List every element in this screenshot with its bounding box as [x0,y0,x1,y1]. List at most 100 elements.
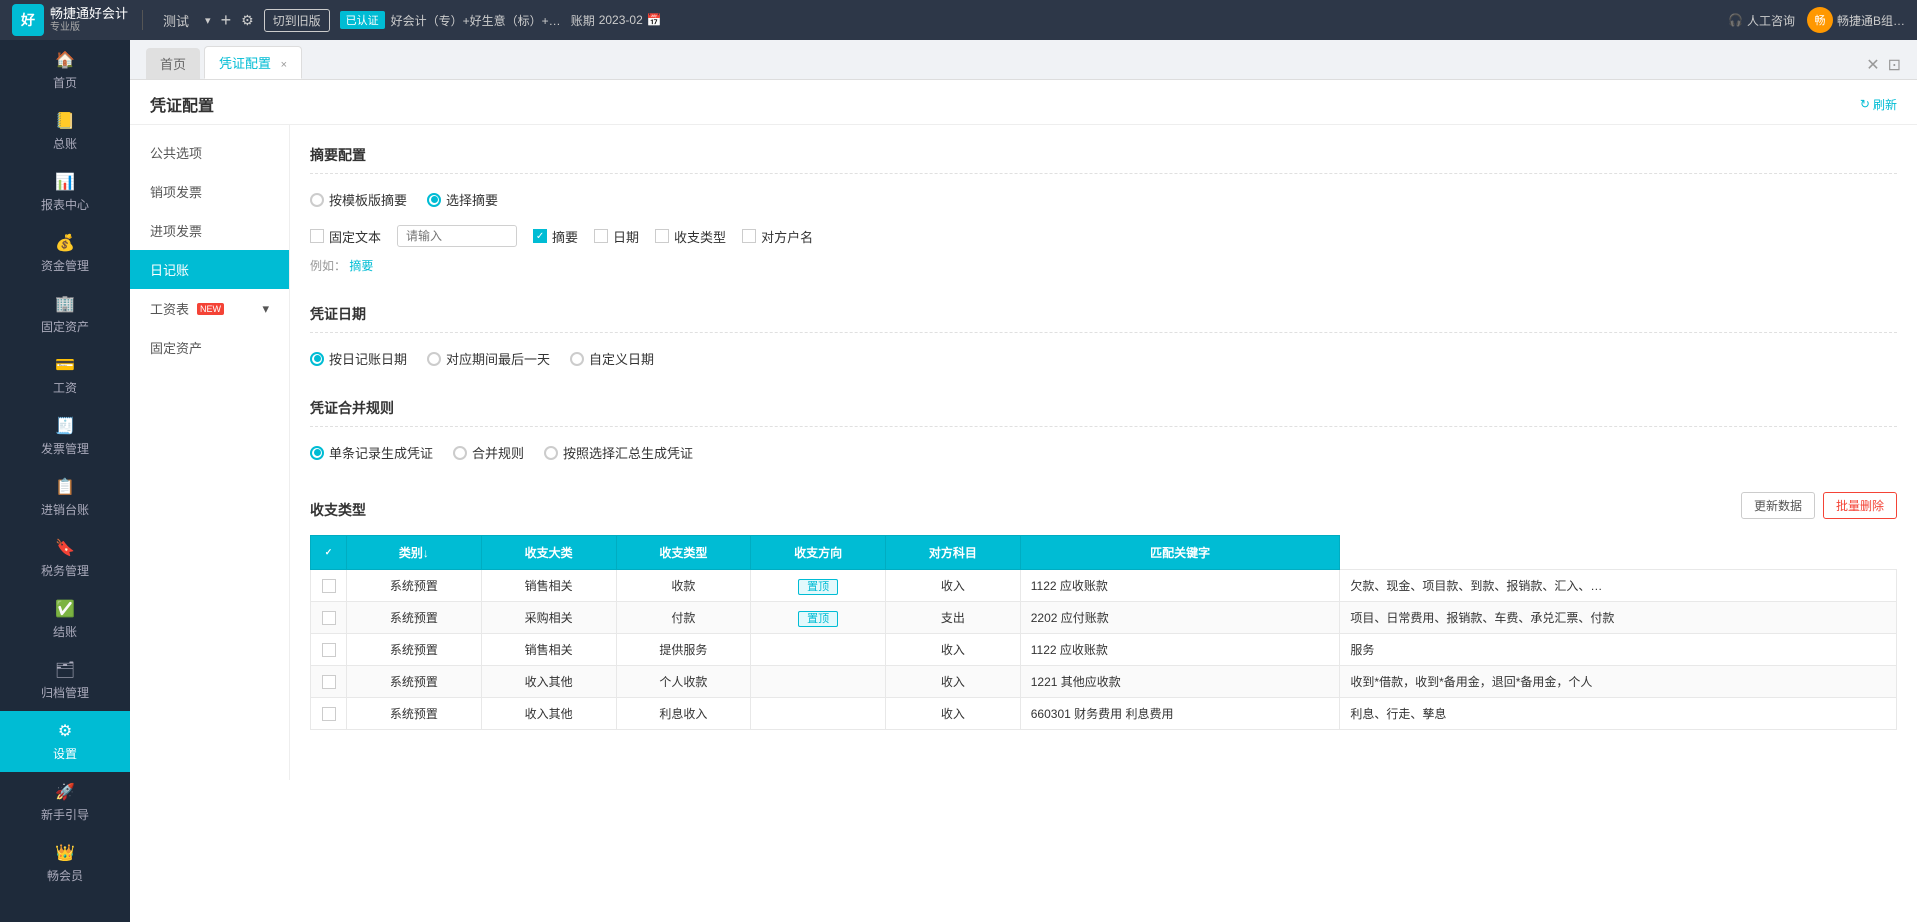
switch-version-button[interactable]: 切到旧版 [264,9,330,32]
checkbox-box-income [655,229,669,243]
sidebar-item-assets[interactable]: 🏢 固定资产 [0,284,130,345]
col-keywords: 匹配关键字 [1020,536,1340,570]
sidebar-item-invoices[interactable]: 🧾 发票管理 [0,406,130,467]
radio-custom-date[interactable]: 自定义日期 [570,349,654,368]
sidebar-item-close[interactable]: ✅ 结账 [0,589,130,650]
checkbox-box-counterparty [742,229,756,243]
sidebar-item-reports[interactable]: 📊 报表中心 [0,162,130,223]
sidebar-item-settings[interactable]: ⚙ 设置 [0,711,130,772]
tax-icon: 🔖 [55,538,75,558]
radio-journal-date[interactable]: 按日记账日期 [310,349,407,368]
user-menu[interactable]: 畅 畅捷通B组… [1807,7,1905,33]
left-menu-public[interactable]: 公共选项 [130,133,289,172]
radio-merge-rule[interactable]: 合并规则 [453,443,524,462]
checkbox-box-summary: ✓ [533,229,547,243]
top-tag-2[interactable]: 置顶 [798,611,838,627]
date-section: 凭证日期 按日记账日期 对应期间最后一天 [310,304,1897,368]
col-type: 收支类型 [616,536,751,570]
radio-circle-aggregate [544,446,558,460]
radio-single-record[interactable]: 单条记录生成凭证 [310,443,433,462]
chevron-down-icon: ▾ [262,301,269,317]
table-row: 系统预置 销售相关 收款 置顶 收入 1122 应收账款 欠款、现金、项目款、到… [311,570,1897,602]
table-row: 系统预置 收入其他 个人收款 收入 1221 其他应收款 收到*借款，收到*备用… [311,666,1897,698]
sidebar-item-archive[interactable]: 🗂 归档管理 [0,650,130,711]
radio-circle-merge [453,446,467,460]
headset-icon: 🎧 [1728,13,1743,27]
logo-text: 畅捷通好会计 专业版 [50,6,128,34]
radio-circle-single [310,446,324,460]
row-checkbox-5[interactable] [322,707,336,721]
home-icon: 🏠 [55,50,75,70]
dropdown-icon[interactable]: ▾ [205,14,211,27]
sidebar-item-purchase-sales[interactable]: 📋 进销台账 [0,467,130,528]
calendar-icon[interactable]: 📅 [647,13,662,27]
add-icon[interactable]: + [221,10,232,31]
sidebar-item-payroll[interactable]: 💳 工资 [0,345,130,406]
radio-circle-journal [310,352,324,366]
checkbox-summary[interactable]: ✓ 摘要 [533,227,578,246]
sidebar-item-guide[interactable]: 🚀 新手引导 [0,772,130,833]
archive-icon: 🗂 [55,660,75,680]
member-icon: 👑 [55,843,75,863]
col-category[interactable]: 类别↓ [347,536,482,570]
divider [142,10,143,30]
content-area: 首页 凭证配置 × ✕ ⊡ 凭证配置 ↻ 刷新 [130,40,1917,922]
left-menu-purchase-invoice[interactable]: 进项发票 [130,211,289,250]
guide-icon: 🚀 [55,782,75,802]
update-data-button[interactable]: 更新数据 [1741,492,1815,519]
badges: 已认证 好会计（专）+好生意（标）+… [340,11,561,29]
left-menu-payroll-table[interactable]: 工资表 NEW ▾ [130,289,289,328]
page-container: 凭证配置 ↻ 刷新 公共选项 销项发票 [130,80,1917,922]
window-minimize-button[interactable]: ✕ [1866,55,1879,75]
col-subject: 对方科目 [886,536,1021,570]
radio-period-last[interactable]: 对应期间最后一天 [427,349,550,368]
tab-voucher-config[interactable]: 凭证配置 × [204,46,302,79]
checkbox-date[interactable]: 日期 [594,227,639,246]
row-checkbox-4[interactable] [322,675,336,689]
top-bar: 好 畅捷通好会计 专业版 测试 ▾ + ⚙ 切到旧版 已认证 好会计（专）+好生… [0,0,1917,40]
income-expense-title: 收支类型 [310,500,366,520]
top-tag-1[interactable]: 置顶 [798,579,838,595]
certified-badge: 已认证 [340,11,385,29]
window-maximize-button[interactable]: ⊡ [1888,55,1901,75]
summary-section: 摘要配置 按模板版摘要 选择摘要 [310,145,1897,274]
batch-delete-button[interactable]: 批量删除 [1823,492,1897,519]
col-checkbox[interactable]: ✓ [311,536,347,570]
funds-icon: 💰 [55,233,75,253]
tab-close-icon[interactable]: × [281,59,287,71]
income-expense-section: 收支类型 更新数据 批量删除 ✓ [310,492,1897,730]
left-menu-fixed-assets[interactable]: 固定资产 [130,328,289,367]
settings-icon: ⚙ [58,721,72,741]
date-radio-group: 按日记账日期 对应期间最后一天 自定义日期 [310,349,1897,368]
row-checkbox-1[interactable] [322,579,336,593]
sidebar-item-funds[interactable]: 💰 资金管理 [0,223,130,284]
left-menu-journal[interactable]: 日记账 [130,250,289,289]
refresh-button[interactable]: ↻ 刷新 [1860,96,1897,113]
fixed-text-input[interactable] [397,225,517,247]
sidebar-item-home[interactable]: 🏠 首页 [0,40,130,101]
top-tab-test[interactable]: 测试 [157,11,195,30]
radio-aggregate[interactable]: 按照选择汇总生成凭证 [544,443,693,462]
radio-select-summary[interactable]: 选择摘要 [427,190,498,209]
sidebar-item-ledger[interactable]: 📒 总账 [0,101,130,162]
checkbox-box-fixed [310,229,324,243]
ledger-icon: 📒 [55,111,75,131]
radio-template-summary[interactable]: 按模板版摘要 [310,190,407,209]
row-checkbox-2[interactable] [322,611,336,625]
sidebar-item-tax[interactable]: 🔖 税务管理 [0,528,130,589]
purchase-icon: 📋 [55,477,75,497]
row-checkbox-3[interactable] [322,643,336,657]
help-button[interactable]: 🎧 人工咨询 [1728,12,1795,29]
left-menu: 公共选项 销项发票 进项发票 日记账 工资表 NEW [130,125,290,780]
reports-icon: 📊 [55,172,75,192]
checkbox-income-type[interactable]: 收支类型 [655,227,726,246]
checkbox-counterparty[interactable]: 对方户名 [742,227,813,246]
checkbox-fixed-text[interactable]: 固定文本 [310,227,381,246]
col-direction: 收支方向 [751,536,886,570]
gear-icon[interactable]: ⚙ [241,12,254,29]
new-badge: NEW [197,303,224,315]
tab-bar: 首页 凭证配置 × ✕ ⊡ [130,40,1917,80]
left-menu-sales-invoice[interactable]: 销项发票 [130,172,289,211]
sidebar-item-member[interactable]: 👑 畅会员 [0,833,130,894]
tab-home[interactable]: 首页 [146,48,200,79]
